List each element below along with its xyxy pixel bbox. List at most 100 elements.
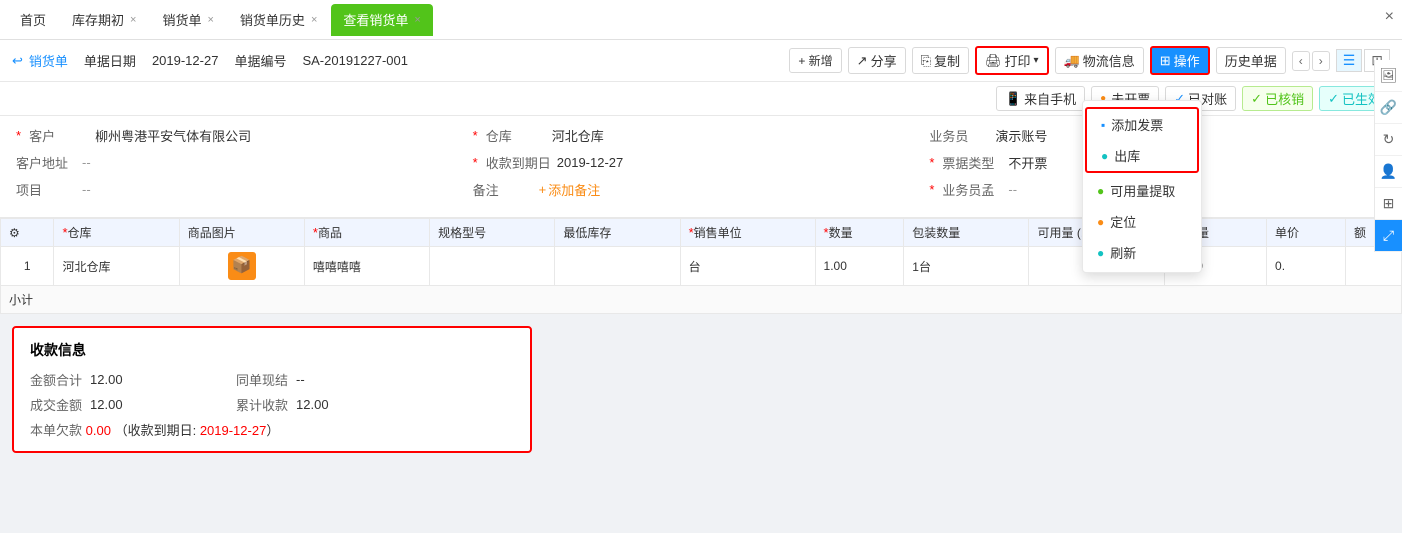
product-image: 📦 <box>228 252 256 280</box>
close-sales-history[interactable]: × <box>311 14 317 26</box>
refresh-icon: ● <box>1097 246 1104 260</box>
cumulative-row: 累计收款 12.00 <box>236 395 436 414</box>
operations-button[interactable]: ⊞ 操作 <box>1150 46 1210 75</box>
staff-label: 业务员 <box>929 126 989 145</box>
doc-meta: 单据日期 2019-12-27 单据编号 SA-20191227-001 <box>84 51 773 70</box>
locate-icon: ● <box>1097 215 1104 229</box>
tab-sales-order[interactable]: 销货单 × <box>150 4 225 36</box>
share-icon: ↗ <box>857 53 868 69</box>
subtotal-label: 小计 <box>1 286 1402 314</box>
cancelled-button[interactable]: ✓ 已核销 <box>1242 86 1313 111</box>
col-product: *商品 <box>304 219 429 247</box>
tab-bar: 首页 库存期初 × 销货单 × 销货单历史 × 查看销货单 × × <box>0 0 1402 40</box>
same-order-row: 同单现结 -- <box>236 370 436 389</box>
due-label: 本单欠款 <box>30 423 82 438</box>
highlighted-group: ▪ 添加发票 ● 出库 <box>1085 107 1199 173</box>
date-value: 2019-12-27 <box>152 53 219 68</box>
copy-icon: ⎘ <box>921 53 931 69</box>
available-qty-icon: ● <box>1097 184 1104 198</box>
transaction-label: 成交金额 <box>30 395 82 414</box>
nav-arrows: ‹ › <box>1292 51 1330 71</box>
col-spec: 规格型号 <box>430 219 555 247</box>
col-unit: *销售单位 <box>680 219 815 247</box>
doc-actions: + 新增 ↗ 分享 ⎘ 复制 🖨 打印 ▾ 🚚 物流信息 ⊞ 操作 历史单据 ‹… <box>789 46 1390 75</box>
row-package-qty: 1台 <box>904 247 1029 286</box>
cumulative-label: 累计收款 <box>236 395 288 414</box>
project-label: 项目 <box>16 180 76 199</box>
history-button[interactable]: 历史单据 <box>1216 47 1286 74</box>
payment-info-box: 收款信息 金额合计 12.00 同单现结 -- 成交金额 12.00 累计收款 … <box>12 326 532 453</box>
due-row: 本单欠款 0.00 （收款到期日: 2019-12-27） <box>30 420 436 439</box>
add-invoice-label: 添加发票 <box>1111 115 1163 134</box>
add-note-button[interactable]: + 添加备注 <box>539 180 601 199</box>
logistics-icon: 🚚 <box>1064 53 1080 69</box>
effective-check-icon: ✓ <box>1328 91 1339 107</box>
refresh-item[interactable]: ● 刷新 <box>1083 237 1201 268</box>
customer-field: * 客户 柳州粤港平安气体有限公司 <box>16 126 473 145</box>
sidebar-rotate-icon[interactable]: ↻ <box>1375 124 1402 156</box>
print-button[interactable]: 🖨 打印 ▾ <box>975 46 1049 75</box>
ticket-type-label: 票据类型 <box>942 153 1002 172</box>
right-sidebar: 🖼 🔗 ↻ 👤 ⊞ ⤢ <box>1374 60 1402 252</box>
share-button[interactable]: ↗ 分享 <box>848 47 906 74</box>
available-qty-item[interactable]: ● 可用量提取 <box>1083 175 1201 206</box>
sidebar-link-icon[interactable]: 🔗 <box>1375 92 1402 124</box>
phone-icon: 📱 <box>1005 91 1021 107</box>
add-invoice-item[interactable]: ▪ 添加发票 <box>1087 109 1197 140</box>
refresh-label: 刷新 <box>1110 243 1136 262</box>
sidebar-grid-icon[interactable]: ⊞ <box>1375 188 1402 220</box>
prev-button[interactable]: ‹ <box>1292 51 1310 71</box>
copy-button[interactable]: ⎘ 复制 <box>912 47 969 74</box>
operations-icon: ⊞ <box>1160 53 1171 69</box>
number-value: SA-20191227-001 <box>302 53 408 68</box>
row-spec <box>430 247 555 286</box>
list-view-button[interactable]: ☰ <box>1336 49 1363 72</box>
from-phone-button[interactable]: 📱 来自手机 <box>996 86 1085 111</box>
transaction-row: 成交金额 12.00 <box>30 395 230 414</box>
sidebar-image-icon[interactable]: 🖼 <box>1375 60 1402 92</box>
tab-view-sales[interactable]: 查看销货单 × <box>331 4 432 36</box>
outbound-item[interactable]: ● 出库 <box>1087 140 1197 171</box>
project-field: 项目 -- <box>16 180 473 199</box>
tab-sales-history[interactable]: 销货单历史 × <box>228 4 329 36</box>
address-value: -- <box>82 155 91 170</box>
staff2-value: -- <box>1008 182 1017 197</box>
sidebar-user-icon[interactable]: 👤 <box>1375 156 1402 188</box>
next-button[interactable]: › <box>1312 51 1330 71</box>
available-qty-label: 可用量提取 <box>1110 181 1175 200</box>
row-warehouse: 河北仓库 <box>54 247 179 286</box>
tab-home[interactable]: 首页 <box>8 4 58 36</box>
payment-date-value: 2019-12-27 <box>557 155 624 170</box>
logistics-button[interactable]: 🚚 物流信息 <box>1055 47 1144 74</box>
cumulative-value: 12.00 <box>296 397 329 412</box>
row-image: 📦 <box>179 247 304 286</box>
close-inventory-init[interactable]: × <box>130 14 136 26</box>
project-value: -- <box>82 182 91 197</box>
operations-dropdown: ▪ 添加发票 ● 出库 ● 可用量提取 ● 定位 ● 刷新 <box>1082 100 1202 273</box>
close-view-sales[interactable]: × <box>414 14 420 26</box>
close-sales-order[interactable]: × <box>207 14 213 26</box>
window-close-button[interactable]: × <box>1385 8 1394 26</box>
col-min-stock: 最低库存 <box>555 219 680 247</box>
locate-item[interactable]: ● 定位 <box>1083 206 1201 237</box>
warehouse-value: 河北仓库 <box>552 126 604 145</box>
tab-inventory-init[interactable]: 库存期初 × <box>60 4 148 36</box>
warehouse-label: 仓库 <box>486 126 546 145</box>
new-button[interactable]: + 新增 <box>789 48 841 73</box>
cancel-check-icon: ✓ <box>1251 91 1262 107</box>
doc-title-area: ↩ 销货单 <box>12 51 68 70</box>
sidebar-expand-icon[interactable]: ⤢ <box>1375 220 1402 252</box>
col-package-qty: 包装数量 <box>904 219 1029 247</box>
transaction-value: 12.00 <box>90 397 123 412</box>
date-label: 单据日期 <box>84 51 136 70</box>
payment-title: 收款信息 <box>30 340 514 360</box>
print-dropdown-arrow[interactable]: ▾ <box>1034 55 1039 66</box>
due-note: （收款到期日: 2019-12-27） <box>115 423 280 438</box>
total-amount-label: 金额合计 <box>30 370 82 389</box>
same-order-label: 同单现结 <box>236 370 288 389</box>
sales-order-icon: ↩ <box>12 53 23 69</box>
row-unit-price: 0. <box>1267 247 1346 286</box>
payment-date-field: * 收款到期日 2019-12-27 <box>473 153 930 172</box>
total-amount-value: 12.00 <box>90 372 123 387</box>
ticket-type-value: 不开票 <box>1008 153 1047 172</box>
